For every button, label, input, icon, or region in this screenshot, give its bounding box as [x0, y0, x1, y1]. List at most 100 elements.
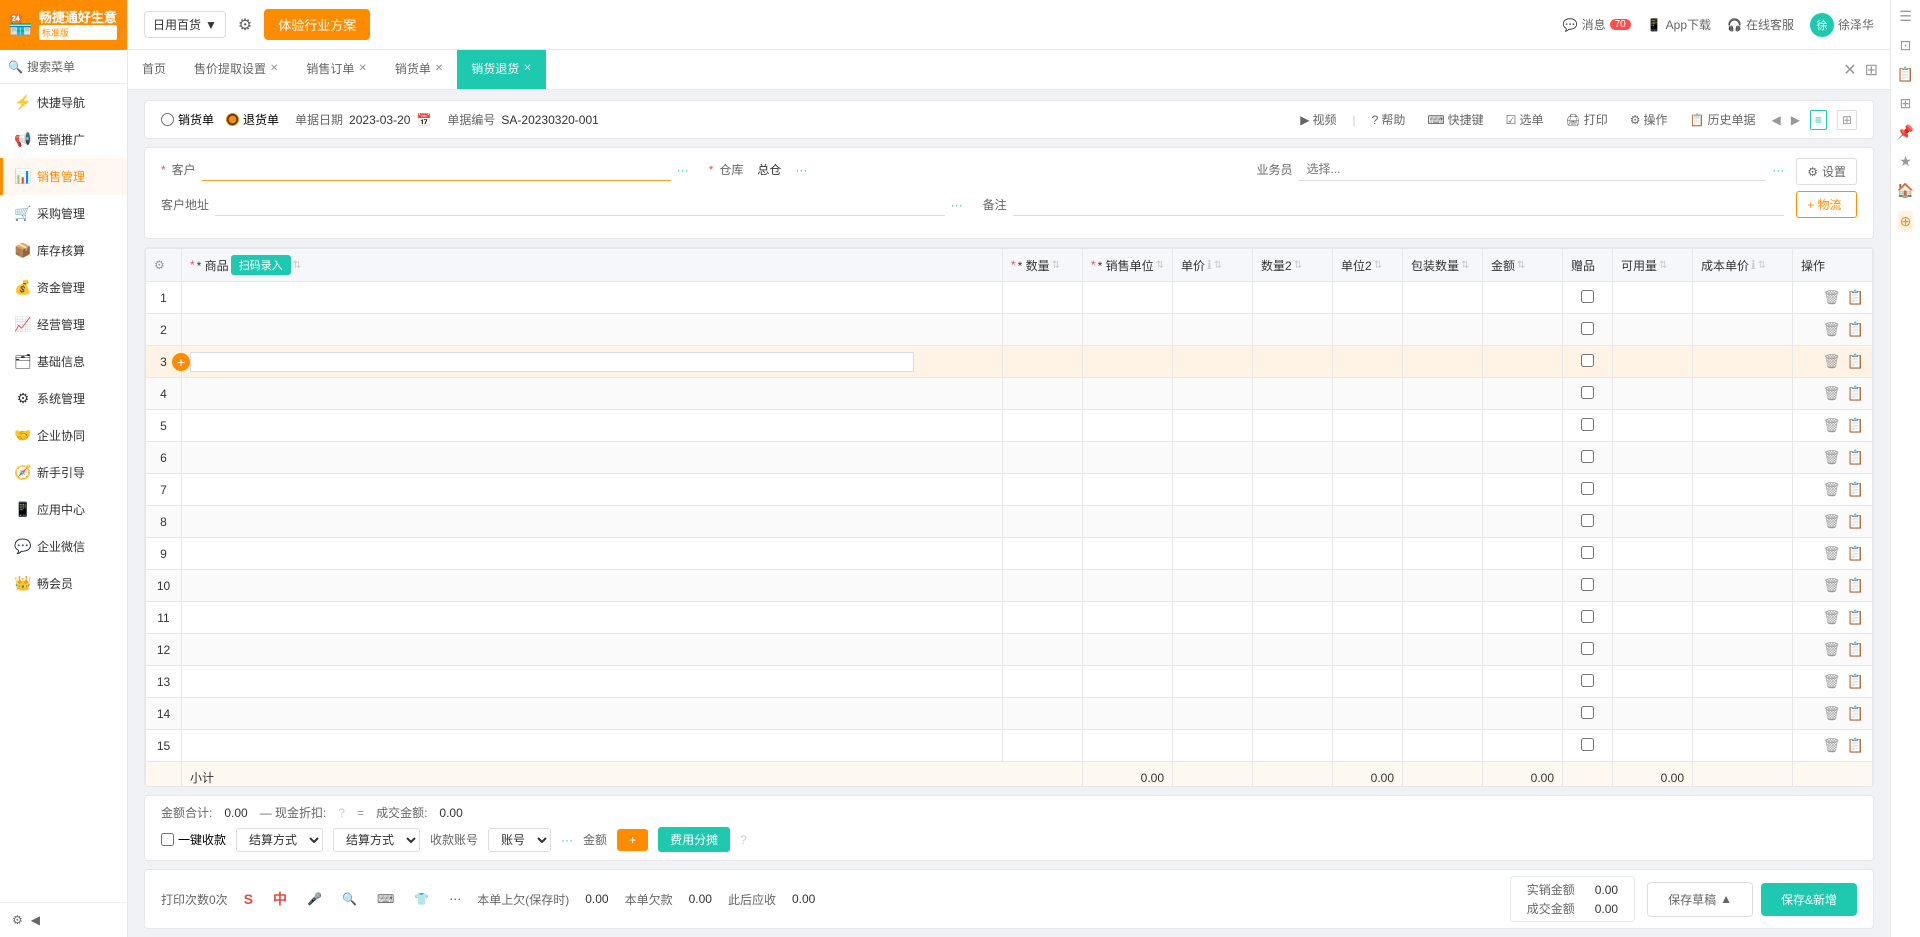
tab-sales-order[interactable]: 销售订单 ✕	[292, 50, 380, 89]
tab-close-icon[interactable]: ✕	[523, 63, 531, 74]
price-cell-7[interactable]	[1173, 474, 1253, 506]
customer-input[interactable]	[202, 158, 671, 181]
gift-cell-9[interactable]	[1563, 538, 1613, 570]
available-cell-4[interactable]	[1613, 378, 1693, 410]
experience-button[interactable]: 体验行业方案	[264, 9, 370, 40]
available-cell-1[interactable]	[1613, 282, 1693, 314]
price-cell-8[interactable]	[1173, 506, 1253, 538]
copy-icon-12[interactable]: 📋	[1847, 641, 1864, 658]
cost-cell-8[interactable]	[1693, 506, 1793, 538]
sidebar-item-finance[interactable]: 💰 资金管理	[0, 269, 127, 306]
amount-cell-11[interactable]	[1483, 602, 1563, 634]
tab-price[interactable]: 售价提取设置 ✕	[180, 50, 292, 89]
cost-cell-14[interactable]	[1693, 698, 1793, 730]
amount-cell-13[interactable]	[1483, 666, 1563, 698]
packqty-cell-8[interactable]	[1403, 506, 1483, 538]
qty2-cell-14[interactable]	[1253, 698, 1333, 730]
amount-cell-8[interactable]	[1483, 506, 1563, 538]
packqty-cell-6[interactable]	[1403, 442, 1483, 474]
unit2-cell-3[interactable]	[1333, 346, 1403, 378]
amount-cell-2[interactable]	[1483, 314, 1563, 346]
cost-cell-2[interactable]	[1693, 314, 1793, 346]
qty-cell-15[interactable]	[1002, 730, 1082, 762]
unit-cell-8[interactable]	[1082, 506, 1172, 538]
sidebar-bottom[interactable]: ⚙ ◀	[0, 902, 127, 937]
available-cell-5[interactable]	[1613, 410, 1693, 442]
price-cell-14[interactable]	[1173, 698, 1253, 730]
price-cell-11[interactable]	[1173, 602, 1253, 634]
unit-cell-15[interactable]	[1082, 730, 1172, 762]
available-cell-6[interactable]	[1613, 442, 1693, 474]
unit2-cell-1[interactable]	[1333, 282, 1403, 314]
unit2-cell-14[interactable]	[1333, 698, 1403, 730]
delete-icon-3[interactable]: 🗑	[1823, 353, 1841, 370]
gift-cell-1[interactable]	[1563, 282, 1613, 314]
cost-cell-9[interactable]	[1693, 538, 1793, 570]
delete-icon-1[interactable]: 🗑	[1823, 289, 1841, 306]
tab-sales-ship[interactable]: 销货单 ✕	[381, 50, 457, 89]
unit2-cell-4[interactable]	[1333, 378, 1403, 410]
delete-icon-7[interactable]: 🗑	[1823, 481, 1841, 498]
save-new-button[interactable]: 保存&新增	[1761, 883, 1857, 916]
unit-cell-13[interactable]	[1082, 666, 1172, 698]
customer-ellipsis[interactable]: ···	[677, 163, 689, 177]
packqty-cell-9[interactable]	[1403, 538, 1483, 570]
product-cell-1[interactable]	[182, 282, 1003, 314]
product-cell-11[interactable]	[182, 602, 1003, 634]
unit-cell-3[interactable]	[1082, 346, 1172, 378]
qty-cell-1[interactable]	[1002, 282, 1082, 314]
right-icon-5[interactable]: 📌	[1897, 124, 1914, 141]
copy-icon-8[interactable]: 📋	[1847, 513, 1864, 530]
shortcut-btn[interactable]: ⌨ 快捷键	[1421, 109, 1489, 130]
tab-close-icon[interactable]: ✕	[358, 63, 366, 74]
service-item[interactable]: 🎧 在线客服	[1727, 16, 1794, 33]
qty2-cell-9[interactable]	[1253, 538, 1333, 570]
qty2-cell-12[interactable]	[1253, 634, 1333, 666]
unit-cell-9[interactable]	[1082, 538, 1172, 570]
column-settings-icon[interactable]: ⚙	[154, 258, 165, 272]
gift-checkbox-1[interactable]	[1581, 290, 1594, 303]
qty-cell-10[interactable]	[1002, 570, 1082, 602]
sidebar-item-basic[interactable]: 🗂 基础信息	[0, 343, 127, 380]
price-cell-5[interactable]	[1173, 410, 1253, 442]
unit2-cell-7[interactable]	[1333, 474, 1403, 506]
product-cell-9[interactable]	[182, 538, 1003, 570]
available-cell-11[interactable]	[1613, 602, 1693, 634]
gift-cell-3[interactable]	[1563, 346, 1613, 378]
delete-icon-13[interactable]: 🗑	[1823, 673, 1841, 690]
qty2-cell-11[interactable]	[1253, 602, 1333, 634]
gift-checkbox-7[interactable]	[1581, 482, 1594, 495]
copy-icon-10[interactable]: 📋	[1847, 577, 1864, 594]
unit2-cell-10[interactable]	[1333, 570, 1403, 602]
gift-cell-12[interactable]	[1563, 634, 1613, 666]
gift-cell-15[interactable]	[1563, 730, 1613, 762]
product-cell-4[interactable]	[182, 378, 1003, 410]
amount-cell-6[interactable]	[1483, 442, 1563, 474]
delete-icon-9[interactable]: 🗑	[1823, 545, 1841, 562]
price-cell-2[interactable]	[1173, 314, 1253, 346]
amount-cell-12[interactable]	[1483, 634, 1563, 666]
gift-checkbox-12[interactable]	[1581, 642, 1594, 655]
right-icon-7[interactable]: 🏠	[1897, 182, 1914, 199]
unit-cell-14[interactable]	[1082, 698, 1172, 730]
right-icon-active[interactable]: ⊕	[1898, 211, 1914, 232]
price-cell-15[interactable]	[1173, 730, 1253, 762]
salesperson-input[interactable]	[1298, 158, 1766, 181]
unit-cell-7[interactable]	[1082, 474, 1172, 506]
copy-icon-9[interactable]: 📋	[1847, 545, 1864, 562]
amount-cell-14[interactable]	[1483, 698, 1563, 730]
industry-select[interactable]: 日用百货 ▼	[144, 11, 226, 38]
copy-icon-5[interactable]: 📋	[1847, 417, 1864, 434]
unit-cell-12[interactable]	[1082, 634, 1172, 666]
tab-sales-return[interactable]: 销货退货 ✕	[457, 50, 545, 89]
right-icon-6[interactable]: ★	[1899, 153, 1912, 170]
gift-checkbox-5[interactable]	[1581, 418, 1594, 431]
nav-prev-icon[interactable]: ◀	[1771, 113, 1780, 127]
qty2-cell-5[interactable]	[1253, 410, 1333, 442]
qty-cell-4[interactable]	[1002, 378, 1082, 410]
qty2-cell-8[interactable]	[1253, 506, 1333, 538]
qty2-cell-4[interactable]	[1253, 378, 1333, 410]
qty2-cell-3[interactable]	[1253, 346, 1333, 378]
gift-cell-4[interactable]	[1563, 378, 1613, 410]
gift-checkbox-3[interactable]	[1581, 354, 1594, 367]
